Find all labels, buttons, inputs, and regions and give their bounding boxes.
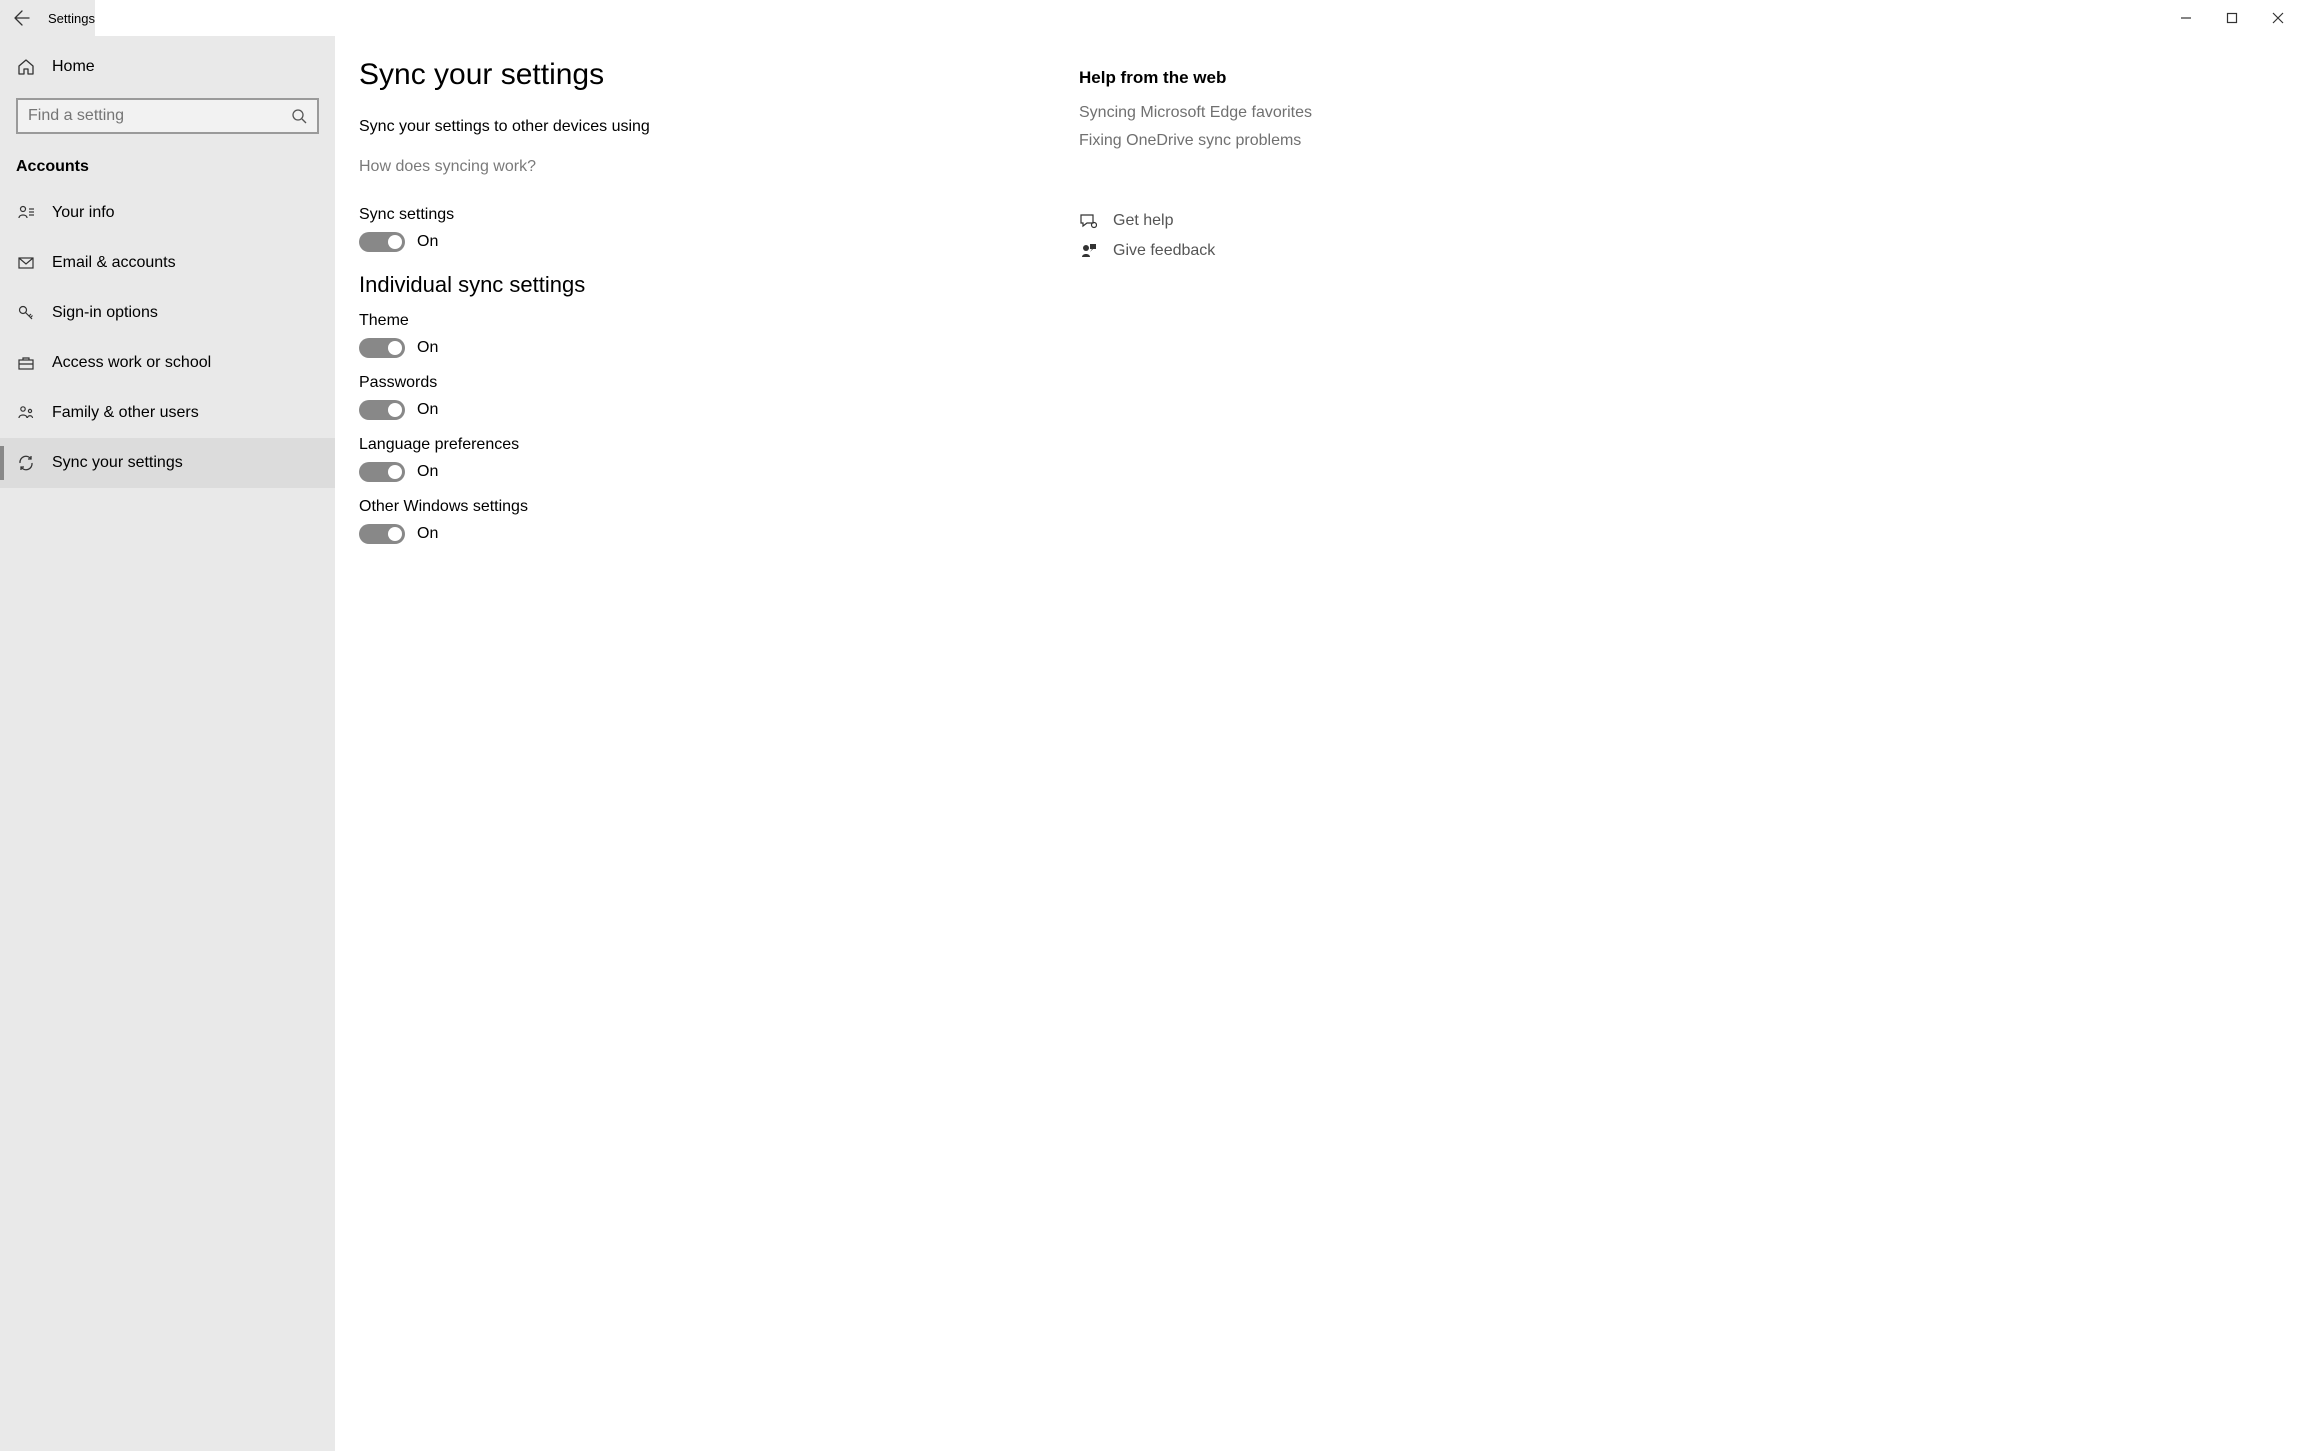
get-help-icon (1079, 212, 1097, 230)
sidebar-item-label: Sync your settings (52, 454, 183, 472)
home-icon (16, 58, 36, 76)
sidebar-item-email-accounts[interactable]: Email & accounts (0, 238, 335, 288)
sidebar-item-sync[interactable]: Sync your settings (0, 438, 335, 488)
other-windows-state: On (417, 525, 438, 543)
sync-description: Sync your settings to other devices usin… (359, 118, 1079, 136)
sidebar-item-label: Family & other users (52, 404, 199, 422)
theme-label: Theme (359, 312, 1079, 330)
give-feedback-label: Give feedback (1113, 242, 1215, 260)
language-toggle-row: On (359, 462, 1079, 482)
sync-settings-toggle-row: On (359, 232, 1079, 252)
language-toggle[interactable] (359, 462, 405, 482)
feedback-icon (1079, 242, 1097, 260)
help-from-web-title: Help from the web (1079, 68, 1409, 88)
your-info-icon (16, 204, 36, 222)
titlebar: Settings (0, 0, 2301, 36)
language-state: On (417, 463, 438, 481)
close-icon (2272, 12, 2284, 24)
sync-icon (16, 454, 36, 472)
get-help-label: Get help (1113, 212, 1173, 230)
email-icon (16, 254, 36, 272)
passwords-label: Passwords (359, 374, 1079, 392)
toggle-knob (388, 341, 402, 355)
passwords-toggle[interactable] (359, 400, 405, 420)
toggle-knob (388, 527, 402, 541)
individual-section-title: Individual sync settings (359, 272, 1079, 298)
close-button[interactable] (2255, 0, 2301, 36)
search-input[interactable] (28, 107, 289, 125)
language-label: Language preferences (359, 436, 1079, 454)
search-box[interactable] (16, 98, 319, 134)
sidebar-item-label: Access work or school (52, 354, 211, 372)
other-windows-toggle[interactable] (359, 524, 405, 544)
how-syncing-works-link[interactable]: How does syncing work? (359, 158, 536, 176)
titlebar-left: Settings (0, 0, 95, 36)
sidebar-item-label: Email & accounts (52, 254, 176, 272)
other-windows-label: Other Windows settings (359, 498, 1079, 516)
other-windows-toggle-row: On (359, 524, 1079, 544)
sidebar-item-access-work[interactable]: Access work or school (0, 338, 335, 388)
maximize-button[interactable] (2209, 0, 2255, 36)
theme-toggle-row: On (359, 338, 1079, 358)
search-wrap (0, 98, 335, 144)
passwords-toggle-row: On (359, 400, 1079, 420)
toggle-knob (388, 235, 402, 249)
theme-state: On (417, 339, 438, 357)
sidebar-category: Accounts (0, 144, 335, 188)
aside-column: Help from the web Syncing Microsoft Edge… (1079, 58, 1429, 1451)
back-arrow-icon (14, 10, 30, 26)
help-link-edge-favorites[interactable]: Syncing Microsoft Edge favorites (1079, 104, 1409, 122)
sidebar-item-label: Sign-in options (52, 304, 158, 322)
page-title: Sync your settings (359, 58, 1079, 92)
back-button[interactable] (0, 10, 44, 26)
spacer (1079, 160, 1409, 190)
sidebar-item-family[interactable]: Family & other users (0, 388, 335, 438)
sidebar: Home Accounts Your info Email & accounts (0, 36, 335, 1451)
toggle-knob (388, 465, 402, 479)
briefcase-icon (16, 354, 36, 372)
help-link-onedrive[interactable]: Fixing OneDrive sync problems (1079, 132, 1409, 150)
sidebar-item-label: Your info (52, 204, 115, 222)
passwords-state: On (417, 401, 438, 419)
minimize-icon (2180, 12, 2192, 24)
give-feedback-link[interactable]: Give feedback (1079, 242, 1409, 260)
sync-settings-state: On (417, 233, 438, 251)
sidebar-home[interactable]: Home (0, 42, 335, 92)
window-controls (2163, 0, 2301, 36)
content: Sync your settings Sync your settings to… (335, 36, 2301, 1451)
sync-settings-toggle[interactable] (359, 232, 405, 252)
sidebar-item-your-info[interactable]: Your info (0, 188, 335, 238)
maximize-icon (2226, 12, 2238, 24)
search-icon (289, 108, 309, 124)
window-title: Settings (44, 11, 95, 26)
theme-toggle[interactable] (359, 338, 405, 358)
sidebar-item-signin-options[interactable]: Sign-in options (0, 288, 335, 338)
get-help-link[interactable]: Get help (1079, 212, 1409, 230)
titlebar-spacer (95, 0, 2163, 36)
main-column: Sync your settings Sync your settings to… (359, 58, 1079, 1451)
family-icon (16, 404, 36, 422)
toggle-knob (388, 403, 402, 417)
minimize-button[interactable] (2163, 0, 2209, 36)
sync-settings-label: Sync settings (359, 206, 1079, 224)
app-body: Home Accounts Your info Email & accounts (0, 36, 2301, 1451)
sidebar-home-label: Home (52, 58, 95, 76)
key-icon (16, 304, 36, 322)
